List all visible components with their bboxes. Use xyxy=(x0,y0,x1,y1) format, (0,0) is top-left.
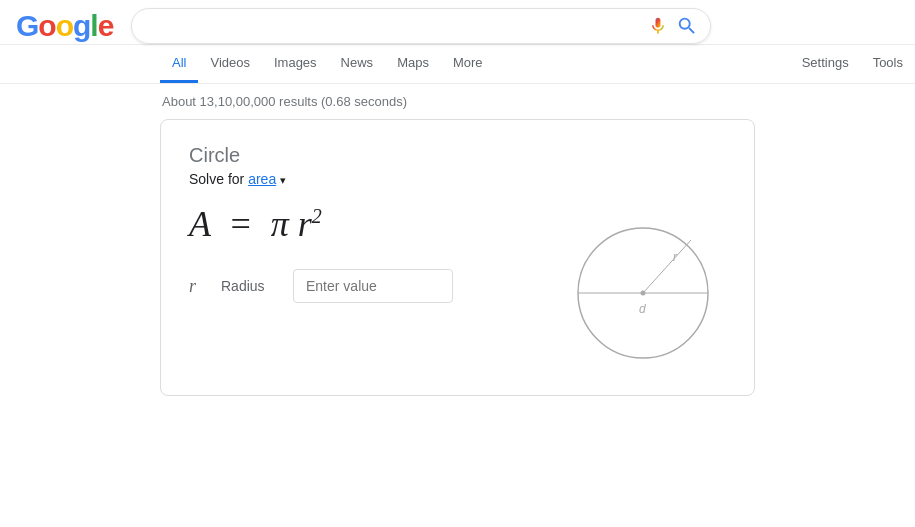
tab-tools[interactable]: Tools xyxy=(861,45,915,83)
results-info: About 13,10,00,000 results (0.68 seconds… xyxy=(0,84,915,119)
search-input[interactable]: how do you calculate the area of a circl… xyxy=(144,17,648,35)
tab-videos[interactable]: Videos xyxy=(198,45,262,83)
svg-text:r: r xyxy=(673,250,678,264)
card-left: A = π r2 r Radius xyxy=(189,203,541,303)
search-bar-area: how do you calculate the area of a circl… xyxy=(131,8,887,44)
tab-settings[interactable]: Settings xyxy=(790,45,861,83)
search-icon[interactable] xyxy=(676,15,698,37)
nav-bar: All Videos Images News Maps More Setting… xyxy=(0,45,915,84)
card-inner: A = π r2 r Radius xyxy=(189,203,726,371)
calc-title: Circle xyxy=(189,144,726,167)
radius-input[interactable] xyxy=(293,269,453,303)
tab-more[interactable]: More xyxy=(441,45,495,83)
main-content: Circle Solve for area ▾ A = π r2 r Radiu… xyxy=(0,119,915,396)
svg-point-3 xyxy=(641,291,646,296)
formula-area: A = π r2 xyxy=(189,203,541,245)
search-box-wrapper: how do you calculate the area of a circl… xyxy=(131,8,711,44)
search-icons xyxy=(648,15,698,37)
tab-maps[interactable]: Maps xyxy=(385,45,441,83)
formula-display: A = π r2 xyxy=(189,203,322,245)
nav-tabs: All Videos Images News Maps More Setting… xyxy=(0,45,915,83)
microphone-icon[interactable] xyxy=(648,16,668,36)
tab-news[interactable]: News xyxy=(329,45,386,83)
dropdown-arrow[interactable]: ▾ xyxy=(280,174,286,186)
svg-text:d: d xyxy=(639,302,646,316)
tab-images[interactable]: Images xyxy=(262,45,329,83)
nav-right: Settings Tools xyxy=(790,45,915,83)
circle-diagram: r d xyxy=(561,213,726,371)
radius-label: Radius xyxy=(221,278,281,294)
google-logo: Google xyxy=(16,9,113,43)
input-row: r Radius xyxy=(189,269,541,303)
solve-for-link[interactable]: area xyxy=(248,171,276,187)
radius-var: r xyxy=(189,276,209,297)
svg-line-2 xyxy=(643,240,691,293)
solve-for: Solve for area ▾ xyxy=(189,171,726,187)
calculator-card: Circle Solve for area ▾ A = π r2 r Radiu… xyxy=(160,119,755,396)
tab-all[interactable]: All xyxy=(160,45,198,83)
